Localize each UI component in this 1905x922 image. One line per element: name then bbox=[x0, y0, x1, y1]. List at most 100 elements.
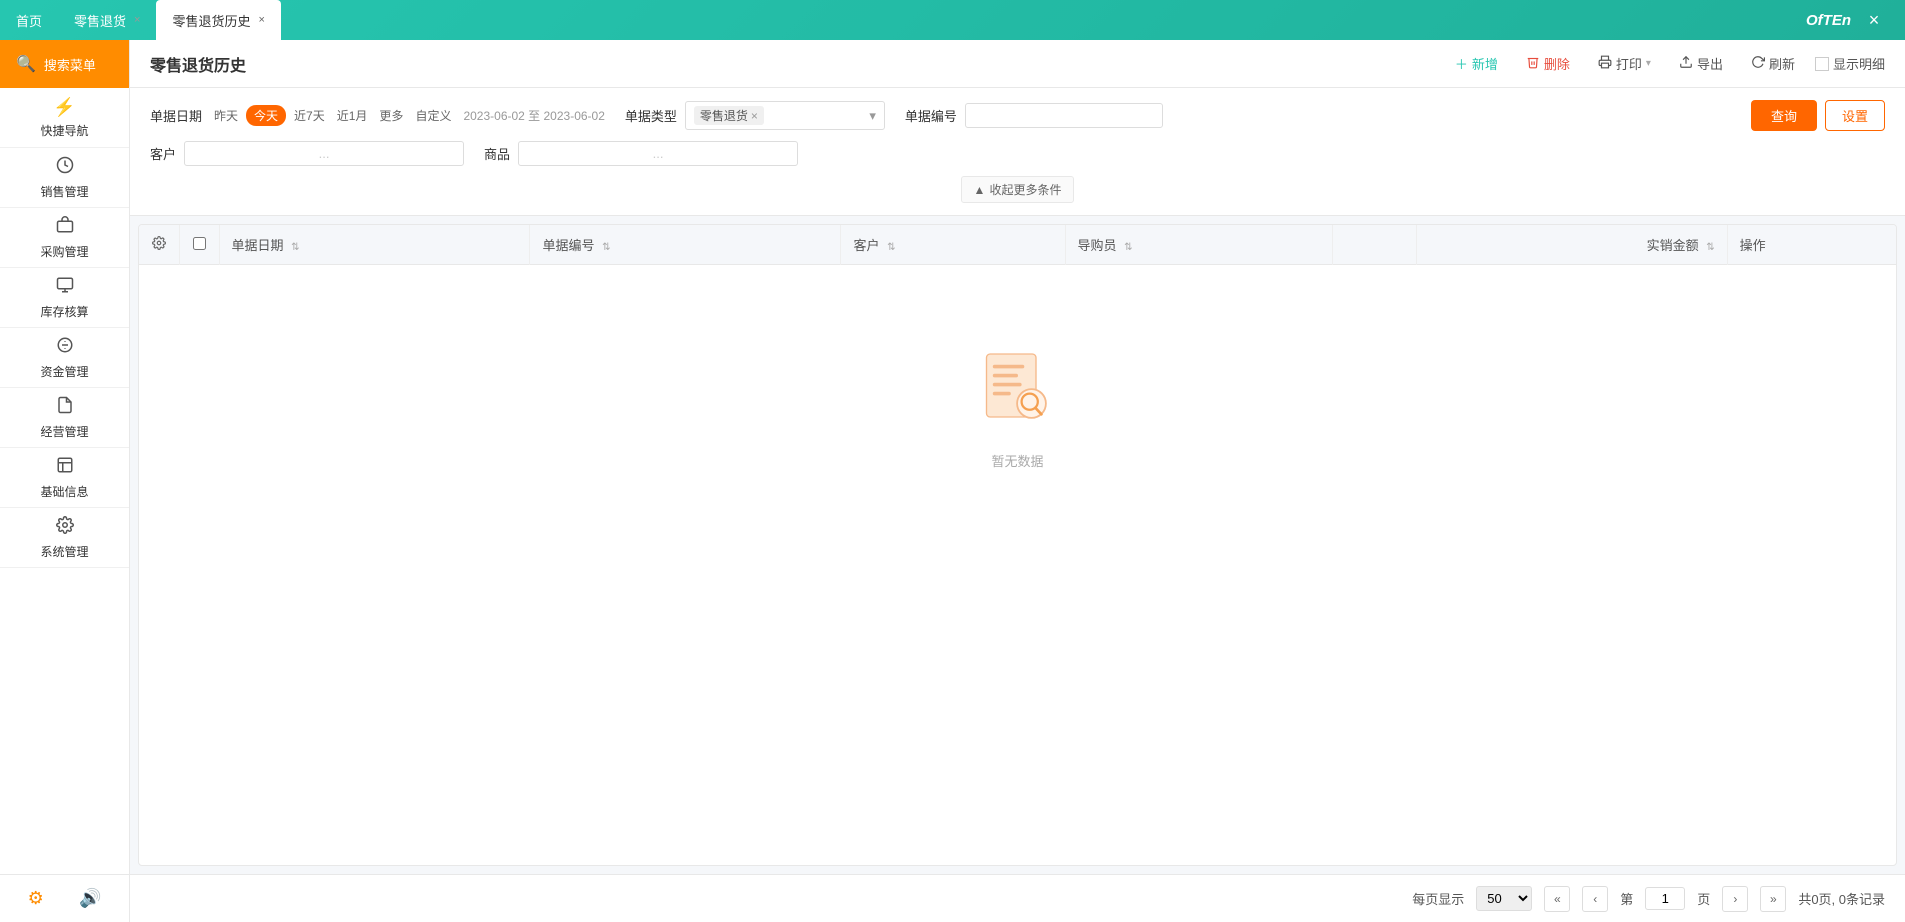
th-action: 操作 bbox=[1727, 225, 1896, 265]
sidebar-item-sales-mgmt[interactable]: 销售管理 bbox=[0, 148, 129, 208]
empty-text: 暂无数据 bbox=[991, 451, 1043, 470]
refresh-label: 刷新 bbox=[1769, 54, 1795, 73]
speaker-bottom-icon[interactable]: 🔊 bbox=[79, 888, 101, 909]
filter-area: 单据日期 昨天 今天 近7天 近1月 更多 自定义 2023-06-02 至 2… bbox=[130, 88, 1905, 216]
operations-icon bbox=[56, 396, 74, 419]
delete-label: 删除 bbox=[1544, 54, 1570, 73]
sidebar-search[interactable]: 🔍 搜索菜单 bbox=[0, 40, 129, 88]
setting-button[interactable]: 设置 bbox=[1825, 100, 1885, 131]
tab-retail-return[interactable]: 零售退货 × bbox=[58, 0, 156, 40]
purchase-icon bbox=[56, 216, 74, 239]
doc-number-input[interactable] bbox=[965, 103, 1163, 128]
th-date[interactable]: 单据日期 ⇅ bbox=[219, 225, 530, 265]
display-detail-label: 显示明细 bbox=[1833, 54, 1885, 73]
brand-text: OfTEn bbox=[1806, 12, 1851, 29]
table-container: 单据日期 ⇅ 单据编号 ⇅ 客户 ⇅ 导购员 ⇅ bbox=[138, 224, 1897, 866]
settings-bottom-icon[interactable]: ⚙ bbox=[28, 888, 44, 909]
next-page-button[interactable]: › bbox=[1722, 886, 1748, 912]
page-input[interactable] bbox=[1645, 887, 1685, 910]
export-icon bbox=[1679, 55, 1693, 72]
refresh-button[interactable]: 刷新 bbox=[1743, 50, 1803, 77]
date-opt-today[interactable]: 今天 bbox=[246, 105, 286, 126]
sidebar-item-system-label: 系统管理 bbox=[40, 543, 88, 560]
sidebar-item-operations[interactable]: 经营管理 bbox=[0, 388, 129, 448]
content-area: 零售退货历史 ＋ 新增 删除 打印 ▾ bbox=[130, 40, 1905, 922]
doc-number-label: 单据编号 bbox=[905, 106, 957, 125]
th-date-label: 单据日期 bbox=[232, 238, 284, 253]
base-info-icon bbox=[56, 456, 74, 479]
sidebar-item-operations-label: 经营管理 bbox=[40, 423, 88, 440]
collapse-bar: ▲ 收起更多条件 bbox=[150, 176, 1885, 203]
sidebar-search-label: 搜索菜单 bbox=[44, 55, 96, 74]
th-amount-label: 实销金额 bbox=[1647, 238, 1699, 253]
prev-page-button[interactable]: ‹ bbox=[1582, 886, 1608, 912]
date-sort-icon: ⇅ bbox=[291, 242, 299, 253]
pagination-bar: 每页显示 50 100 200 « ‹ 第 页 › » 共0页, 0条记录 bbox=[130, 874, 1905, 922]
th-amount[interactable]: 实销金额 ⇅ bbox=[1416, 225, 1727, 265]
date-opt-7days[interactable]: 近7天 bbox=[290, 105, 329, 126]
sidebar-item-finance[interactable]: 资金管理 bbox=[0, 328, 129, 388]
display-detail-checkbox[interactable]: 显示明细 bbox=[1815, 54, 1885, 73]
filter-row-2: 客户 ... 商品 ... bbox=[150, 141, 1885, 166]
customer-input[interactable]: ... bbox=[184, 141, 464, 166]
tab-retail-return-history[interactable]: 零售退货历史 × bbox=[156, 0, 280, 40]
tab-retail-return-close[interactable]: × bbox=[134, 14, 140, 26]
sidebar-item-inventory-label: 库存核算 bbox=[40, 303, 88, 320]
th-customer-label: 客户 bbox=[853, 238, 879, 253]
date-opt-more[interactable]: 更多 bbox=[375, 105, 407, 126]
goods-placeholder: ... bbox=[653, 146, 664, 161]
th-number-label: 单据编号 bbox=[542, 238, 594, 253]
sidebar-item-quick-nav[interactable]: ⚡ 快捷导航 bbox=[0, 88, 129, 148]
doc-type-tag-close[interactable]: × bbox=[751, 109, 758, 123]
th-number[interactable]: 单据编号 ⇅ bbox=[530, 225, 841, 265]
sidebar-item-finance-label: 资金管理 bbox=[40, 363, 88, 380]
first-page-button[interactable]: « bbox=[1544, 886, 1570, 912]
delete-button[interactable]: 删除 bbox=[1518, 50, 1578, 77]
filter-goods: 商品 ... bbox=[484, 141, 798, 166]
data-table: 单据日期 ⇅ 单据编号 ⇅ 客户 ⇅ 导购员 ⇅ bbox=[139, 225, 1896, 550]
sidebar-item-system[interactable]: 系统管理 bbox=[0, 508, 129, 568]
select-all-checkbox[interactable] bbox=[193, 237, 206, 250]
query-button[interactable]: 查询 bbox=[1751, 100, 1817, 131]
doc-type-select[interactable]: 零售退货 × ▾ bbox=[685, 101, 885, 130]
date-opt-custom[interactable]: 自定义 bbox=[411, 105, 455, 126]
collapse-icon: ▲ bbox=[974, 183, 986, 197]
top-bar-right: OfTEn × bbox=[1806, 5, 1905, 35]
new-button[interactable]: ＋ 新增 bbox=[1447, 50, 1506, 77]
tab-retail-return-label: 零售退货 bbox=[74, 11, 126, 30]
date-options: 昨天 今天 近7天 近1月 更多 自定义 bbox=[210, 105, 455, 126]
th-check[interactable] bbox=[179, 225, 219, 265]
date-opt-1month[interactable]: 近1月 bbox=[333, 105, 372, 126]
per-page-select[interactable]: 50 100 200 bbox=[1476, 886, 1532, 911]
th-customer[interactable]: 客户 ⇅ bbox=[841, 225, 1065, 265]
new-icon: ＋ bbox=[1455, 54, 1468, 73]
sidebar-item-inventory[interactable]: 库存核算 bbox=[0, 268, 129, 328]
window-close-button[interactable]: × bbox=[1859, 5, 1889, 35]
th-setting[interactable] bbox=[139, 225, 179, 265]
main-layout: 🔍 搜索菜单 ⚡ 快捷导航 销售管理 采购管理 bbox=[0, 40, 1905, 922]
collapse-button[interactable]: ▲ 收起更多条件 bbox=[961, 176, 1075, 203]
date-label: 单据日期 bbox=[150, 106, 202, 125]
page-label: 第 bbox=[1620, 889, 1633, 908]
last-page-button[interactable]: » bbox=[1760, 886, 1786, 912]
header-actions: ＋ 新增 删除 打印 ▾ bbox=[1447, 50, 1885, 77]
filter-doc-number: 单据编号 bbox=[905, 103, 1163, 128]
sidebar-item-base-info[interactable]: 基础信息 bbox=[0, 448, 129, 508]
print-button[interactable]: 打印 ▾ bbox=[1590, 50, 1659, 77]
tab-retail-return-history-close[interactable]: × bbox=[258, 14, 264, 26]
empty-state-row: 暂无数据 bbox=[139, 265, 1896, 551]
number-sort-icon: ⇅ bbox=[602, 242, 610, 253]
export-button[interactable]: 导出 bbox=[1671, 50, 1731, 77]
date-opt-yesterday[interactable]: 昨天 bbox=[210, 105, 242, 126]
sidebar-item-purchase-mgmt[interactable]: 采购管理 bbox=[0, 208, 129, 268]
customer-placeholder: ... bbox=[319, 146, 330, 161]
delete-icon bbox=[1526, 55, 1540, 72]
system-icon bbox=[56, 516, 74, 539]
tab-home[interactable]: 首页 bbox=[0, 0, 58, 40]
goods-input[interactable]: ... bbox=[518, 141, 798, 166]
page-header: 零售退货历史 ＋ 新增 删除 打印 ▾ bbox=[130, 40, 1905, 88]
export-label: 导出 bbox=[1697, 54, 1723, 73]
sales-mgmt-icon bbox=[56, 156, 74, 179]
th-guide[interactable]: 导购员 ⇅ bbox=[1065, 225, 1333, 265]
page-title: 零售退货历史 bbox=[150, 52, 1447, 76]
